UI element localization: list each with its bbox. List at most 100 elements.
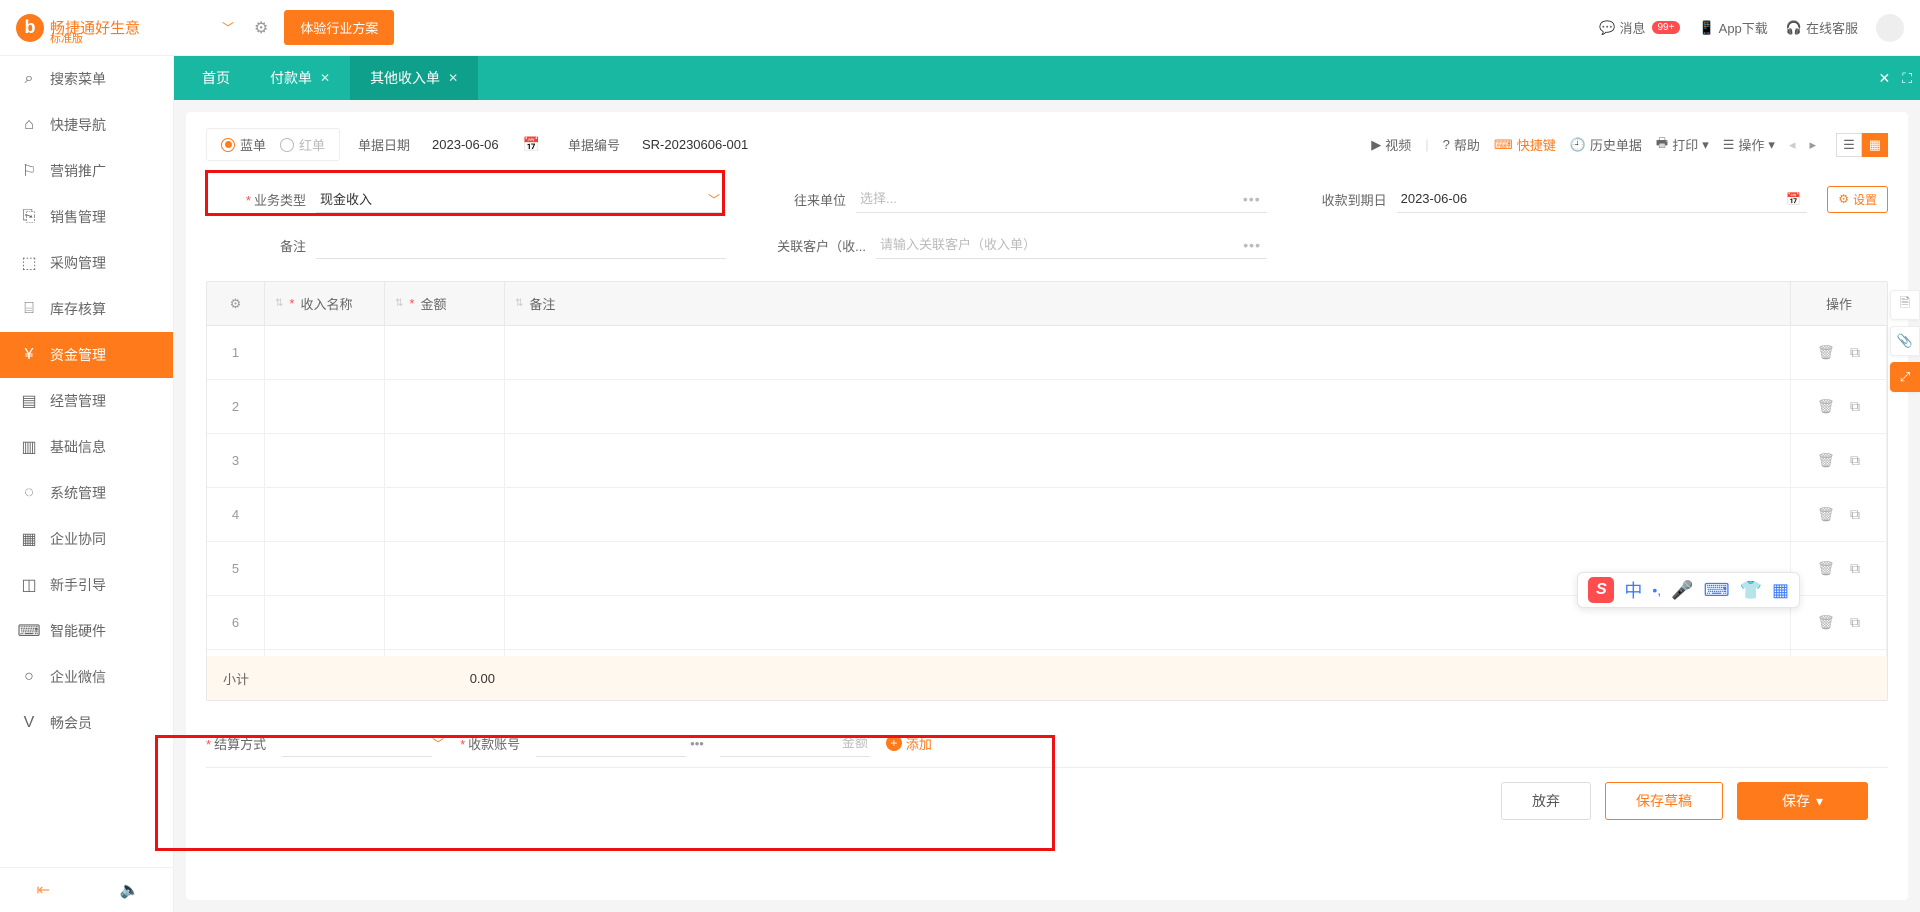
sidebar-item-10[interactable]: ▦企业协同 <box>0 516 173 562</box>
form-settings-button[interactable]: ⚙ 设置 <box>1827 186 1888 213</box>
biztype-input[interactable] <box>316 185 726 213</box>
save-draft-button[interactable]: 保存草稿 <box>1605 782 1723 820</box>
cell-income-name[interactable] <box>265 380 385 433</box>
cell-amount[interactable] <box>385 488 505 541</box>
radio-blue[interactable]: 蓝单 <box>221 135 266 154</box>
cell-amount[interactable] <box>385 326 505 379</box>
duedate-input[interactable] <box>1397 185 1808 213</box>
settle-method-input[interactable] <box>282 729 432 757</box>
more-icon[interactable]: ••• <box>690 736 704 751</box>
save-button[interactable]: 保存▾ <box>1737 782 1868 820</box>
sidebar-collapse-button[interactable]: ⇤ <box>0 868 87 912</box>
cell-amount[interactable] <box>385 380 505 433</box>
sidebar-item-12[interactable]: ⌨智能硬件 <box>0 608 173 654</box>
table-row[interactable]: 3🗑 ⧉ <box>207 434 1887 488</box>
sidebar-item-4[interactable]: ⬚采购管理 <box>0 240 173 286</box>
more-icon[interactable]: ••• <box>1243 191 1261 207</box>
brand-logo[interactable]: b 畅捷通好生意 <box>16 14 174 42</box>
settle-amount-input[interactable] <box>720 729 870 757</box>
ops-link[interactable]: ☰ 操作 ▾ <box>1723 135 1775 154</box>
copy-row-icon[interactable]: ⧉ <box>1850 560 1860 577</box>
calendar-icon[interactable]: 📅 <box>523 136 540 153</box>
table-row[interactable]: 7🗑 ⧉ <box>207 650 1887 656</box>
hotkey-link[interactable]: ⌨ 快捷键 <box>1494 135 1556 154</box>
chevron-down-icon[interactable]: ﹀ <box>708 191 720 208</box>
gear-icon[interactable]: ⚙ <box>254 18 268 38</box>
copy-row-icon[interactable]: ⧉ <box>1850 398 1860 415</box>
sidebar-item-2[interactable]: ⚐营销推广 <box>0 148 173 194</box>
sidebar-item-1[interactable]: ⌂快捷导航 <box>0 102 173 148</box>
delete-row-icon[interactable]: 🗑 <box>1817 344 1835 361</box>
org-selector[interactable]: ﹀ <box>214 19 234 36</box>
ime-keyboard-button[interactable]: ⌨ <box>1704 580 1730 601</box>
sidebar-item-9[interactable]: ◌系统管理 <box>0 470 173 516</box>
cell-remark[interactable] <box>505 434 1791 487</box>
sidebar-item-13[interactable]: ○企业微信 <box>0 654 173 700</box>
delete-row-icon[interactable]: 🗑 <box>1817 398 1835 415</box>
try-industry-button[interactable]: 体验行业方案 <box>284 10 394 45</box>
table-row[interactable]: 2🗑 ⧉ <box>207 380 1887 434</box>
cell-income-name[interactable] <box>265 434 385 487</box>
history-link[interactable]: 🕘 历史单据 <box>1570 135 1642 154</box>
float-attach-button[interactable]: 📎 <box>1890 326 1920 356</box>
cell-amount[interactable] <box>385 434 505 487</box>
tab-fullscreen-button[interactable]: ⛶ <box>1902 70 1912 87</box>
ime-toolbar[interactable]: S 中 •, 🎤 ⌨ 👕 ▦ <box>1577 572 1800 608</box>
tab-0[interactable]: 首页 <box>182 56 250 100</box>
cell-income-name[interactable] <box>265 542 385 595</box>
ime-lang-button[interactable]: 中 <box>1624 577 1642 603</box>
col-income-name[interactable]: ⇅*收入名称 <box>265 282 385 325</box>
ime-punct-button[interactable]: •, <box>1652 582 1661 598</box>
grid-config-button[interactable]: ⚙ <box>207 282 265 325</box>
radio-red[interactable]: 红单 <box>280 135 325 154</box>
cell-income-name[interactable] <box>265 488 385 541</box>
chevron-down-icon[interactable]: ﹀ <box>432 735 444 752</box>
more-icon[interactable]: ••• <box>1243 237 1261 253</box>
close-icon[interactable]: ✕ <box>320 71 330 85</box>
cell-remark[interactable] <box>505 380 1791 433</box>
cell-income-name[interactable] <box>265 650 385 656</box>
sidebar-item-5[interactable]: ⌸库存核算 <box>0 286 173 332</box>
sidebar-item-14[interactable]: V畅会员 <box>0 700 173 746</box>
copy-row-icon[interactable]: ⧉ <box>1850 344 1860 361</box>
settle-account-input[interactable] <box>536 729 686 757</box>
table-row[interactable]: 1🗑 ⧉ <box>207 326 1887 380</box>
settle-add-button[interactable]: + 添加 <box>886 734 932 753</box>
cell-remark[interactable] <box>505 650 1791 656</box>
sidebar-item-7[interactable]: ▤经营管理 <box>0 378 173 424</box>
ime-mic-button[interactable]: 🎤 <box>1671 580 1693 601</box>
cell-income-name[interactable] <box>265 326 385 379</box>
cell-remark[interactable] <box>505 326 1791 379</box>
cell-amount[interactable] <box>385 596 505 649</box>
video-link[interactable]: ▶ 视频 <box>1371 135 1411 154</box>
cell-income-name[interactable] <box>265 596 385 649</box>
next-doc-button[interactable]: ▸ <box>1809 137 1816 153</box>
discard-button[interactable]: 放弃 <box>1501 782 1591 820</box>
app-download-link[interactable]: 📱 App下载 <box>1698 18 1767 37</box>
delete-row-icon[interactable]: 🗑 <box>1817 506 1835 523</box>
tab-1[interactable]: 付款单✕ <box>250 56 350 100</box>
messages-link[interactable]: 💬 消息 99+ <box>1599 18 1680 37</box>
sidebar-item-6[interactable]: ¥资金管理 <box>0 332 173 378</box>
remark-input[interactable] <box>316 231 726 259</box>
user-avatar[interactable] <box>1876 14 1904 42</box>
sidebar-item-3[interactable]: ⎘销售管理 <box>0 194 173 240</box>
col-amount[interactable]: ⇅*金额 <box>385 282 505 325</box>
delete-row-icon[interactable]: 🗑 <box>1817 560 1835 577</box>
close-icon[interactable]: ✕ <box>448 71 458 85</box>
partner-input[interactable] <box>856 185 1267 213</box>
sidebar-item-11[interactable]: ◫新手引导 <box>0 562 173 608</box>
float-layers-button[interactable]: 🗎 <box>1890 290 1920 320</box>
tab-2[interactable]: 其他收入单✕ <box>350 56 478 100</box>
delete-row-icon[interactable]: 🗑 <box>1817 614 1835 631</box>
cell-remark[interactable] <box>505 488 1791 541</box>
copy-row-icon[interactable]: ⧉ <box>1850 452 1860 469</box>
cell-amount[interactable] <box>385 542 505 595</box>
copy-row-icon[interactable]: ⧉ <box>1850 614 1860 631</box>
print-link[interactable]: 🖶 打印 ▾ <box>1656 134 1709 156</box>
ime-toolbox-button[interactable]: ▦ <box>1772 580 1789 601</box>
prev-doc-button[interactable]: ◂ <box>1789 137 1796 153</box>
tab-close-all-button[interactable]: ✕ <box>1878 70 1890 87</box>
view-list-button[interactable]: ☰ <box>1836 133 1862 157</box>
sidebar-sound-button[interactable]: 🔈 <box>87 868 174 912</box>
